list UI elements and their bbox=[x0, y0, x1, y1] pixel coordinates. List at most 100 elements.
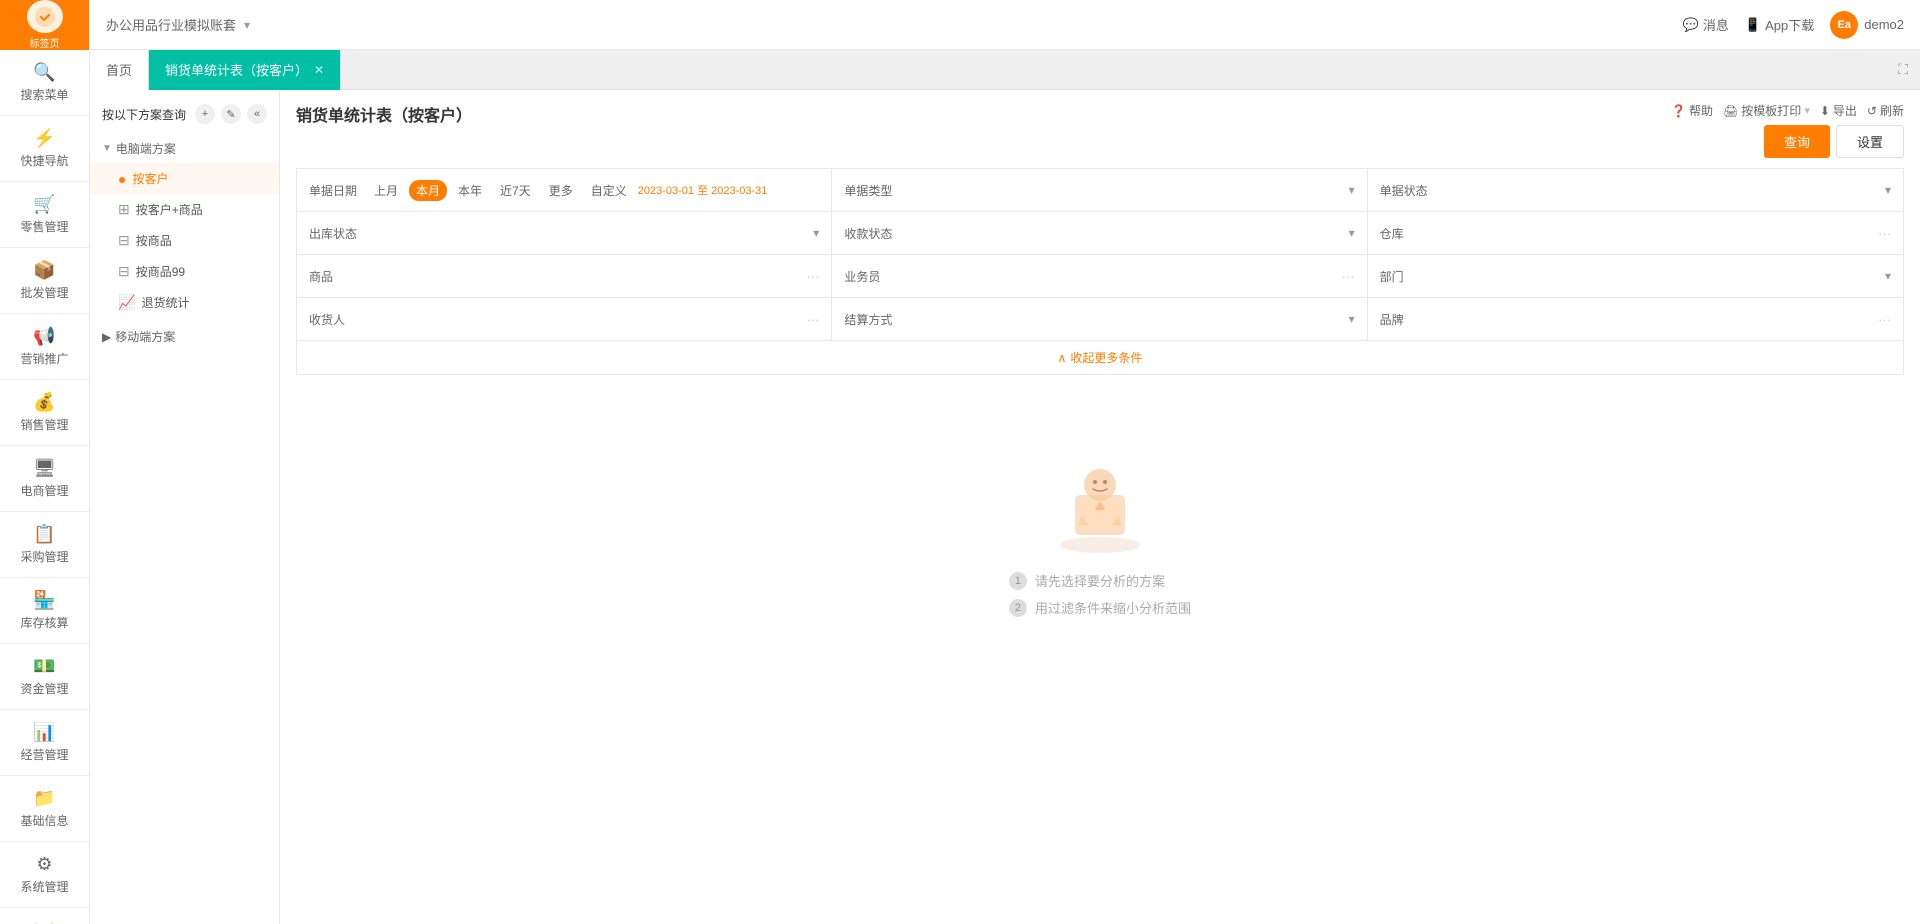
sidebar-item-inventory[interactable]: 🏪 库存核算 bbox=[0, 578, 89, 644]
scheme-collapse-button[interactable]: « bbox=[247, 104, 267, 124]
sidebar-item-purchase[interactable]: 📋 采购管理 bbox=[0, 512, 89, 578]
help-button[interactable]: ❓ 帮助 bbox=[1671, 102, 1713, 119]
filter-cell-payment-method: 结算方式 ▾ bbox=[832, 298, 1367, 340]
content-area: 按以下方案查询 + ✎ « ▼ 电脑端方案 ● 按客户 ⊞ 按客户 bbox=[90, 90, 1920, 924]
salesperson-dots-icon: ··· bbox=[1342, 269, 1355, 284]
department-select[interactable]: ▾ bbox=[1438, 269, 1891, 283]
sidebar-item-finance[interactable]: 💵 资金管理 bbox=[0, 644, 89, 710]
scheme-item-return-stat[interactable]: 📈 退货统计 bbox=[90, 287, 279, 318]
topbar: 办公用品行业模拟账套 ▾ 💬 消息 📱 App下载 Ea demo2 bbox=[90, 0, 1920, 50]
tab-home-label: 首页 bbox=[106, 60, 132, 79]
basic-icon: 📁 bbox=[5, 788, 84, 809]
tab-close-icon[interactable]: ✕ bbox=[314, 63, 324, 77]
page-title: 销货单统计表（按客户） bbox=[296, 102, 472, 126]
avatar-text: Ea bbox=[1838, 19, 1851, 31]
topbar-right: 💬 消息 📱 App下载 Ea demo2 bbox=[1683, 11, 1904, 39]
scheme-edit-button[interactable]: ✎ bbox=[221, 104, 241, 124]
date-btn-custom[interactable]: 自定义 bbox=[584, 180, 634, 201]
app-download-button[interactable]: 📱 App下载 bbox=[1745, 15, 1814, 34]
help-label: 帮助 bbox=[1689, 102, 1713, 119]
scheme-group-desktop-title[interactable]: ▼ 电脑端方案 bbox=[90, 134, 279, 163]
sidebar-item-sales[interactable]: 💰 销售管理 bbox=[0, 380, 89, 446]
payment-status-select[interactable]: ▾ bbox=[902, 226, 1354, 240]
empty-state: 1 请先选择要分析的方案 2 用过滤条件来缩小分析范围 bbox=[296, 375, 1904, 697]
sidebar: 标签页 🔍 搜索菜单 ⚡ 快捷导航 🛒 零售管理 📦 批发管理 📢 营销推广 💰… bbox=[0, 0, 90, 924]
sidebar-menu: 🔍 搜索菜单 ⚡ 快捷导航 🛒 零售管理 📦 批发管理 📢 营销推广 💰 销售管… bbox=[0, 50, 89, 924]
sidebar-item-cooperation[interactable]: 🤝 企业协同 bbox=[0, 908, 89, 924]
cooperation-icon: 🤝 bbox=[5, 920, 84, 924]
return-stat-icon: 📈 bbox=[118, 294, 135, 311]
date-btn-lastmonth[interactable]: 上月 bbox=[367, 180, 405, 201]
scheme-item-by-customer[interactable]: ● 按客户 bbox=[90, 163, 279, 194]
doc-status-select[interactable]: ▾ bbox=[1438, 183, 1891, 197]
main-area: 办公用品行业模拟账套 ▾ 💬 消息 📱 App下载 Ea demo2 首页 bbox=[90, 0, 1920, 924]
doc-type-select[interactable]: ▾ bbox=[902, 183, 1354, 197]
hint-item-1: 1 请先选择要分析的方案 bbox=[1009, 571, 1191, 590]
scheme-item-by-goods[interactable]: ⊟ 按商品 bbox=[90, 225, 279, 256]
date-btn-thisyear[interactable]: 本年 bbox=[451, 180, 489, 201]
payment-method-select[interactable]: ▾ bbox=[902, 312, 1354, 326]
message-icon: 💬 bbox=[1683, 17, 1699, 33]
sidebar-item-basic[interactable]: 📁 基础信息 bbox=[0, 776, 89, 842]
date-btn-more[interactable]: 更多 bbox=[542, 180, 580, 201]
inventory-icon: 🏪 bbox=[5, 590, 84, 611]
filter-cell-department: 部门 ▾ bbox=[1368, 255, 1903, 297]
filter-label-payment-method: 结算方式 bbox=[844, 311, 894, 328]
scheme-group-mobile-title[interactable]: ▶ 移动端方案 bbox=[90, 322, 279, 351]
warehouse-select[interactable]: ··· bbox=[1438, 226, 1891, 241]
sidebar-item-operation[interactable]: 📊 经营管理 bbox=[0, 710, 89, 776]
sidebar-item-label: 基础信息 bbox=[20, 814, 68, 828]
ecommerce-icon: 🖥 bbox=[5, 458, 84, 479]
sidebar-item-ecommerce[interactable]: 🖥 电商管理 bbox=[0, 446, 89, 512]
date-btn-thismonth[interactable]: 本月 bbox=[409, 180, 447, 201]
filter-label-salesperson: 业务员 bbox=[844, 268, 894, 285]
tab-home[interactable]: 首页 bbox=[90, 50, 149, 90]
filter-label-department: 部门 bbox=[1380, 268, 1430, 285]
message-button[interactable]: 💬 消息 bbox=[1683, 15, 1729, 34]
tab-sales-stat[interactable]: 销货单统计表（按客户） ✕ bbox=[149, 50, 341, 90]
wholesale-icon: 📦 bbox=[5, 260, 84, 281]
topbar-dropdown-icon[interactable]: ▾ bbox=[244, 18, 250, 32]
collapse-bar[interactable]: ∧ 收起更多条件 bbox=[296, 341, 1904, 375]
refresh-button[interactable]: ↺ 刷新 bbox=[1867, 102, 1904, 119]
scheme-add-button[interactable]: + bbox=[195, 104, 215, 124]
query-button[interactable]: 查询 bbox=[1764, 125, 1830, 158]
export-button[interactable]: ⬇ 导出 bbox=[1820, 102, 1857, 119]
app-download-label: App下载 bbox=[1765, 15, 1814, 34]
receiver-select[interactable]: ··· bbox=[367, 312, 819, 327]
logo[interactable]: 标签页 bbox=[0, 0, 89, 50]
filter-label-goods: 商品 bbox=[309, 268, 359, 285]
salesperson-select[interactable]: ··· bbox=[902, 269, 1354, 284]
sidebar-item-label: 搜索菜单 bbox=[20, 88, 68, 102]
brand-select[interactable]: ··· bbox=[1438, 312, 1891, 327]
sidebar-item-search[interactable]: 🔍 搜索菜单 bbox=[0, 50, 89, 116]
scheme-item-label: 退货统计 bbox=[141, 294, 189, 311]
date-btn-7days[interactable]: 近7天 bbox=[493, 180, 538, 201]
sidebar-item-marketing[interactable]: 📢 营销推广 bbox=[0, 314, 89, 380]
settings-button[interactable]: 设置 bbox=[1836, 125, 1904, 158]
outbound-status-select[interactable]: ▾ bbox=[367, 226, 819, 240]
filter-cell-receiver: 收货人 ··· bbox=[297, 298, 832, 340]
doc-status-dropdown-icon: ▾ bbox=[1885, 183, 1891, 197]
template-dropdown-icon: ▾ bbox=[1804, 104, 1810, 117]
user-name: demo2 bbox=[1864, 17, 1904, 32]
right-buttons: ❓ 帮助 🖨 按模板打印 ▾ ⬇ 导出 bbox=[1671, 102, 1904, 158]
user-profile-button[interactable]: Ea demo2 bbox=[1830, 11, 1904, 39]
action-buttons-row: ❓ 帮助 🖨 按模板打印 ▾ ⬇ 导出 bbox=[1671, 102, 1904, 119]
sidebar-item-wholesale[interactable]: 📦 批发管理 bbox=[0, 248, 89, 314]
scheme-panel: 按以下方案查询 + ✎ « ▼ 电脑端方案 ● 按客户 ⊞ 按客户 bbox=[90, 90, 280, 924]
outbound-status-dropdown-icon: ▾ bbox=[813, 226, 819, 240]
scheme-item-label: 按商品 bbox=[136, 232, 172, 249]
scheme-item-by-goods-99[interactable]: ⊟ 按商品99 bbox=[90, 256, 279, 287]
filter-cell-date: 单据日期 上月 本月 本年 近7天 更多 自定义 2023-03-01 至 20… bbox=[297, 169, 832, 211]
sidebar-item-system[interactable]: ⚙ 系统管理 bbox=[0, 842, 89, 908]
tab-maximize-button[interactable]: ⛶ bbox=[1886, 61, 1920, 78]
filter-cell-salesperson: 业务员 ··· bbox=[832, 255, 1367, 297]
shortcut-icon: ⚡ bbox=[5, 128, 84, 149]
scheme-item-by-customer-goods[interactable]: ⊞ 按客户+商品 bbox=[90, 194, 279, 225]
goods-select[interactable]: ··· bbox=[367, 269, 819, 284]
filter-cell-goods: 商品 ··· bbox=[297, 255, 832, 297]
sidebar-item-retail[interactable]: 🛒 零售管理 bbox=[0, 182, 89, 248]
template-print-button[interactable]: 🖨 按模板打印 ▾ bbox=[1723, 102, 1810, 119]
sidebar-item-shortcut[interactable]: ⚡ 快捷导航 bbox=[0, 116, 89, 182]
